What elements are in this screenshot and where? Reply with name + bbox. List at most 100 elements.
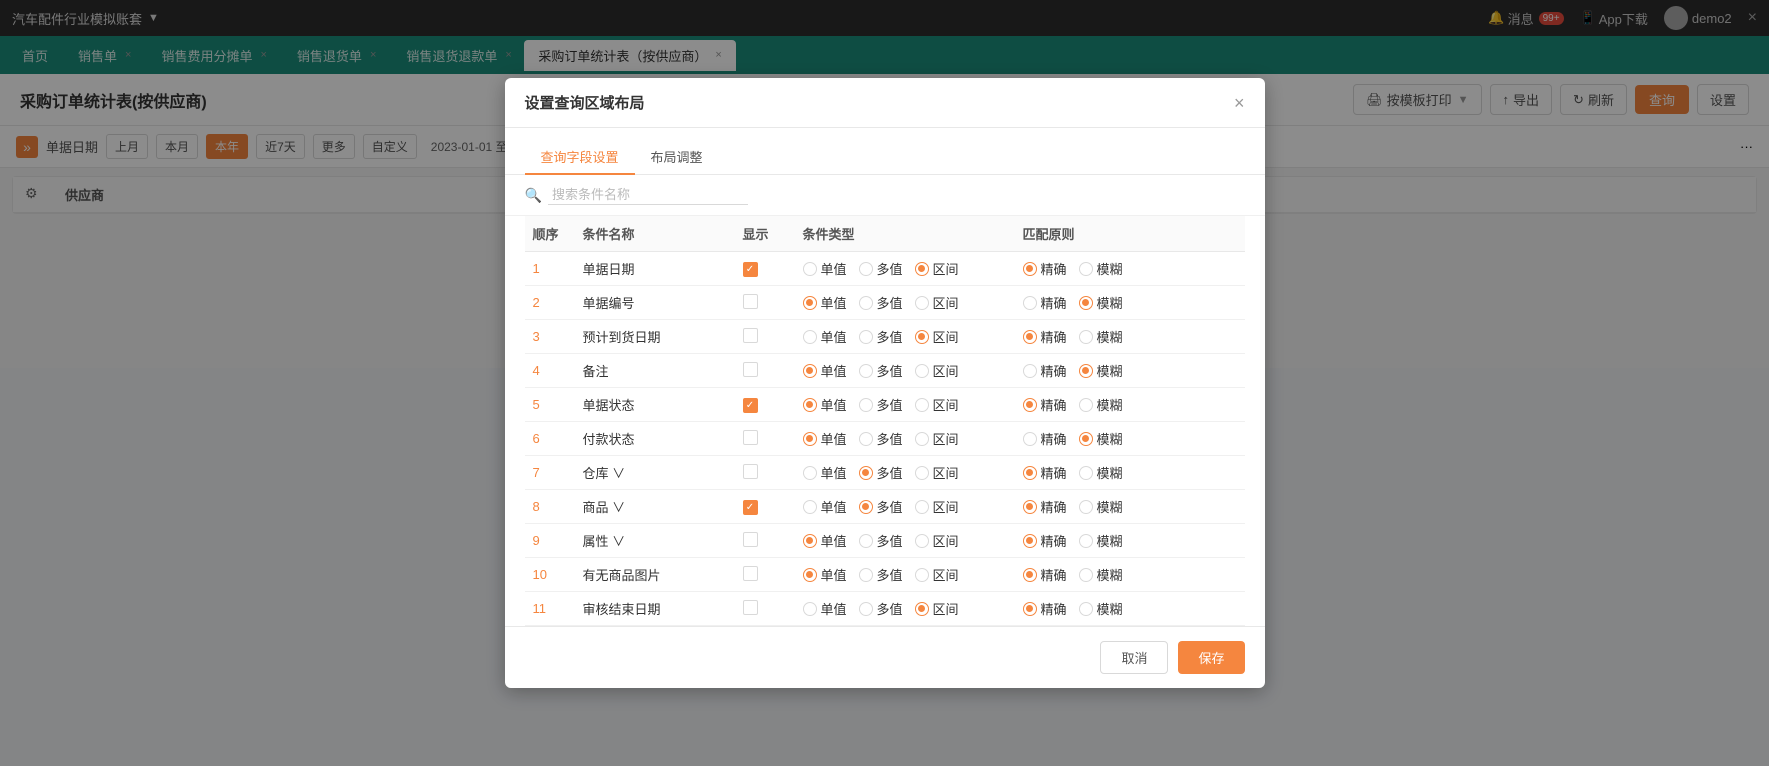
row-checkbox[interactable]: [743, 464, 758, 479]
radio-type-item[interactable]: 多值: [859, 293, 903, 312]
dialog-search-input[interactable]: [548, 185, 748, 205]
row-checkbox[interactable]: [743, 566, 758, 581]
row-checkbox[interactable]: [743, 362, 758, 377]
radio-match-item[interactable]: 模糊: [1079, 565, 1123, 584]
radio-type-item[interactable]: 多值: [859, 463, 903, 482]
radio-label: 区间: [933, 599, 959, 618]
radio-type-item[interactable]: 多值: [859, 531, 903, 550]
dialog-close-button[interactable]: ×: [1234, 94, 1245, 112]
radio-type-item[interactable]: 单值: [803, 327, 847, 346]
radio-circle: [859, 534, 873, 548]
radio-match-item[interactable]: 模糊: [1079, 497, 1123, 516]
row-match-cell: 精确模糊: [1015, 531, 1215, 550]
radio-match-circle: [1023, 602, 1037, 616]
radio-label: 区间: [933, 429, 959, 448]
radio-match-item[interactable]: 精确: [1023, 599, 1067, 618]
radio-type-item[interactable]: 多值: [859, 599, 903, 618]
radio-type-item[interactable]: 单值: [803, 599, 847, 618]
dialog-tab-fields[interactable]: 查询字段设置: [525, 140, 635, 175]
radio-match-circle: [1023, 330, 1037, 344]
radio-type-item[interactable]: 区间: [915, 293, 959, 312]
row-match-cell: 精确模糊: [1015, 599, 1215, 618]
radio-type-item[interactable]: 区间: [915, 599, 959, 618]
radio-circle: [859, 466, 873, 480]
radio-match-item[interactable]: 精确: [1023, 259, 1067, 278]
radio-match-item[interactable]: 模糊: [1079, 259, 1123, 278]
radio-match-circle: [1023, 568, 1037, 582]
row-order: 5: [525, 397, 575, 412]
row-match-cell: 精确模糊: [1015, 429, 1215, 448]
radio-type-item[interactable]: 区间: [915, 531, 959, 550]
radio-type-item[interactable]: 单值: [803, 463, 847, 482]
radio-type-item[interactable]: 单值: [803, 259, 847, 278]
radio-type-item[interactable]: 区间: [915, 497, 959, 516]
radio-type-item[interactable]: 多值: [859, 565, 903, 584]
radio-match-item[interactable]: 模糊: [1079, 463, 1123, 482]
radio-circle: [915, 364, 929, 378]
radio-match-item[interactable]: 模糊: [1079, 531, 1123, 550]
radio-type-item[interactable]: 区间: [915, 395, 959, 414]
row-checkbox[interactable]: [743, 600, 758, 615]
radio-match-item[interactable]: 模糊: [1079, 293, 1123, 312]
radio-type-item[interactable]: 多值: [859, 361, 903, 380]
radio-type-item[interactable]: 单值: [803, 293, 847, 312]
dialog-tab-layout[interactable]: 布局调整: [635, 140, 719, 175]
radio-match-item[interactable]: 模糊: [1079, 599, 1123, 618]
radio-match-circle: [1079, 432, 1093, 446]
row-checkbox[interactable]: [743, 532, 758, 547]
radio-type-item[interactable]: 区间: [915, 463, 959, 482]
radio-type-item[interactable]: 区间: [915, 565, 959, 584]
radio-type-item[interactable]: 多值: [859, 497, 903, 516]
table-row: 11审核结束日期单值多值区间精确模糊: [525, 592, 1245, 626]
radio-type-item[interactable]: 区间: [915, 327, 959, 346]
row-type-cell: 单值多值区间: [795, 259, 1015, 278]
cancel-button[interactable]: 取消: [1100, 641, 1168, 674]
row-checkbox-cell: [735, 396, 795, 413]
row-checkbox[interactable]: [743, 262, 758, 277]
radio-match-circle: [1079, 466, 1093, 480]
radio-type-item[interactable]: 多值: [859, 429, 903, 448]
radio-type-item[interactable]: 多值: [859, 395, 903, 414]
radio-circle: [803, 432, 817, 446]
save-button[interactable]: 保存: [1178, 641, 1244, 674]
radio-match-item[interactable]: 精确: [1023, 463, 1067, 482]
radio-type-item[interactable]: 多值: [859, 259, 903, 278]
radio-match-item[interactable]: 精确: [1023, 531, 1067, 550]
radio-match-item[interactable]: 精确: [1023, 429, 1067, 448]
radio-type-item[interactable]: 单值: [803, 429, 847, 448]
radio-match-item[interactable]: 模糊: [1079, 429, 1123, 448]
radio-match-item[interactable]: 精确: [1023, 395, 1067, 414]
radio-label: 区间: [933, 293, 959, 312]
radio-type-item[interactable]: 区间: [915, 259, 959, 278]
radio-match-item[interactable]: 精确: [1023, 497, 1067, 516]
radio-match-label: 精确: [1041, 293, 1067, 312]
radio-circle: [915, 534, 929, 548]
radio-match-item[interactable]: 模糊: [1079, 361, 1123, 380]
radio-match-item[interactable]: 精确: [1023, 327, 1067, 346]
radio-type-item[interactable]: 单值: [803, 531, 847, 550]
row-checkbox[interactable]: [743, 328, 758, 343]
radio-circle: [915, 398, 929, 412]
row-checkbox[interactable]: [743, 500, 758, 515]
radio-type-item[interactable]: 单值: [803, 497, 847, 516]
radio-type-item[interactable]: 多值: [859, 327, 903, 346]
radio-match-item[interactable]: 精确: [1023, 565, 1067, 584]
radio-type-item[interactable]: 单值: [803, 395, 847, 414]
radio-match-item[interactable]: 精确: [1023, 361, 1067, 380]
radio-type-item[interactable]: 单值: [803, 361, 847, 380]
table-row: 2单据编号单值多值区间精确模糊: [525, 286, 1245, 320]
radio-match-item[interactable]: 模糊: [1079, 327, 1123, 346]
radio-type-item[interactable]: 单值: [803, 565, 847, 584]
radio-label: 多值: [877, 497, 903, 516]
radio-type-item[interactable]: 区间: [915, 361, 959, 380]
radio-type-item[interactable]: 区间: [915, 429, 959, 448]
row-checkbox[interactable]: [743, 398, 758, 413]
radio-match-circle: [1079, 602, 1093, 616]
row-checkbox[interactable]: [743, 294, 758, 309]
radio-match-circle: [1023, 466, 1037, 480]
row-checkbox[interactable]: [743, 430, 758, 445]
radio-match-item[interactable]: 精确: [1023, 293, 1067, 312]
row-match-cell: 精确模糊: [1015, 463, 1215, 482]
dialog-footer: 取消 保存: [505, 626, 1265, 688]
radio-match-item[interactable]: 模糊: [1079, 395, 1123, 414]
